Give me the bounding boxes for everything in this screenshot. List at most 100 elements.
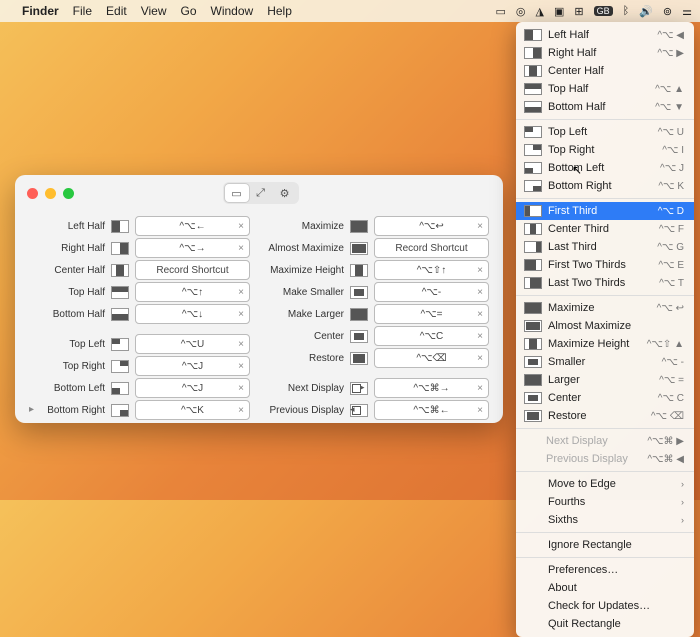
menu-item[interactable]: Bottom Half^⌥ ▼ bbox=[516, 98, 694, 116]
menu-item[interactable]: Restore^⌥ ⌫ bbox=[516, 407, 694, 425]
menu-item[interactable]: Smaller^⌥ - bbox=[516, 353, 694, 371]
zoom-button[interactable] bbox=[63, 188, 74, 199]
menu-item[interactable]: Previous Display^⌥⌘ ◀ bbox=[516, 450, 694, 468]
shortcut-field[interactable]: Record Shortcut bbox=[374, 238, 489, 258]
clear-icon[interactable]: × bbox=[238, 361, 244, 372]
shortcut-field[interactable]: ^⌥⌘←× bbox=[374, 400, 489, 420]
shortcut-row: Maximize Height ^⌥⇧↑× bbox=[268, 259, 489, 281]
clear-icon[interactable]: × bbox=[238, 405, 244, 416]
shortcut-field[interactable]: ^⌥⌫× bbox=[374, 348, 489, 368]
menu-item[interactable]: Next Display^⌥⌘ ▶ bbox=[516, 432, 694, 450]
menu-item[interactable]: Last Two Thirds^⌥ T bbox=[516, 274, 694, 292]
menu-go[interactable]: Go bbox=[181, 4, 197, 18]
minimize-button[interactable] bbox=[45, 188, 56, 199]
control-center-icon[interactable]: ⚌ bbox=[682, 5, 692, 18]
clear-icon[interactable]: × bbox=[238, 309, 244, 320]
menu-item[interactable]: Top Half^⌥ ▲ bbox=[516, 80, 694, 98]
shortcut-field[interactable]: Record Shortcut bbox=[135, 260, 250, 280]
shortcut-field[interactable]: ^⌥⇧↑× bbox=[374, 260, 489, 280]
layout-icon bbox=[111, 264, 129, 277]
menu-view[interactable]: View bbox=[141, 4, 167, 18]
menu-window[interactable]: Window bbox=[211, 4, 254, 18]
clear-icon[interactable]: × bbox=[477, 309, 483, 320]
menu-item[interactable]: Right Half^⌥ ▶ bbox=[516, 44, 694, 62]
menu-item[interactable]: Last Third^⌥ G bbox=[516, 238, 694, 256]
menu-item[interactable]: Sixths› bbox=[516, 511, 694, 529]
tab-shortcuts[interactable]: ▭ bbox=[225, 184, 249, 202]
menu-edit[interactable]: Edit bbox=[106, 4, 127, 18]
clear-icon[interactable]: × bbox=[238, 287, 244, 298]
menu-item[interactable]: Larger^⌥ = bbox=[516, 371, 694, 389]
menu-item[interactable]: Center^⌥ C bbox=[516, 389, 694, 407]
menu-item[interactable]: Center Half bbox=[516, 62, 694, 80]
clear-icon[interactable]: × bbox=[477, 405, 483, 416]
status-icon[interactable]: ◮ bbox=[535, 5, 543, 18]
shortcut-row: Top Left ^⌥U× bbox=[29, 333, 250, 355]
shortcut-field[interactable]: ^⌥U× bbox=[135, 334, 250, 354]
shortcut-field[interactable]: ^⌥K× bbox=[135, 400, 250, 420]
shortcut-field[interactable]: ^⌥↑× bbox=[135, 282, 250, 302]
menu-item[interactable]: Maximize Height^⌥⇧ ▲ bbox=[516, 335, 694, 353]
clear-icon[interactable]: × bbox=[477, 353, 483, 364]
menu-item[interactable]: Left Half^⌥ ◀ bbox=[516, 26, 694, 44]
shortcut-field[interactable]: ^⌥⌘→× bbox=[374, 378, 489, 398]
menu-label: Ignore Rectangle bbox=[548, 539, 684, 551]
wifi-icon[interactable]: ⊚ bbox=[663, 5, 672, 18]
menu-item[interactable]: First Third^⌥ D bbox=[516, 202, 694, 220]
disclosure-triangle[interactable]: ▸ bbox=[29, 404, 34, 415]
shortcut-label: Maximize Height bbox=[268, 265, 344, 276]
toolbar-tabs[interactable]: ▭ ⤢ ⚙ bbox=[223, 182, 299, 204]
shortcut-field[interactable]: ^⌥J× bbox=[135, 356, 250, 376]
app-menu[interactable]: Finder bbox=[22, 4, 59, 18]
shortcut-field[interactable]: ^⌥→× bbox=[135, 238, 250, 258]
clear-icon[interactable]: × bbox=[238, 339, 244, 350]
shortcut-field[interactable]: ^⌥←× bbox=[135, 216, 250, 236]
menu-shortcut: ^⌥ E bbox=[658, 260, 684, 271]
menu-item[interactable]: Quit Rectangle bbox=[516, 615, 694, 633]
clear-icon[interactable]: × bbox=[477, 287, 483, 298]
menu-item[interactable]: Bottom Right^⌥ K bbox=[516, 177, 694, 195]
menu-item[interactable]: Top Right^⌥ I bbox=[516, 141, 694, 159]
clear-icon[interactable]: × bbox=[238, 383, 244, 394]
shortcut-field[interactable]: ^⌥J× bbox=[135, 378, 250, 398]
menu-item[interactable]: Fourths› bbox=[516, 493, 694, 511]
menu-item[interactable]: Center Third^⌥ F bbox=[516, 220, 694, 238]
status-icon[interactable]: ◎ bbox=[516, 5, 526, 18]
clear-icon[interactable]: × bbox=[477, 221, 483, 232]
menu-item[interactable]: Maximize^⌥ ↩ bbox=[516, 299, 694, 317]
tab-snap[interactable]: ⤢ bbox=[249, 184, 273, 202]
menu-item[interactable]: Top Left^⌥ U bbox=[516, 123, 694, 141]
shortcut-field[interactable]: ^⌥↩× bbox=[374, 216, 489, 236]
clear-icon[interactable]: × bbox=[238, 243, 244, 254]
clear-icon[interactable]: × bbox=[477, 265, 483, 276]
menu-item[interactable]: Ignore Rectangle bbox=[516, 536, 694, 554]
status-icon[interactable]: ▣ bbox=[554, 5, 564, 18]
close-button[interactable] bbox=[27, 188, 38, 199]
menu-shortcut: ^⌥ J bbox=[660, 163, 684, 174]
tab-settings[interactable]: ⚙ bbox=[273, 184, 297, 202]
shortcut-label: Make Larger bbox=[268, 309, 344, 320]
status-icon[interactable]: GB bbox=[594, 6, 613, 16]
menu-shortcut: ^⌥ ▼ bbox=[655, 102, 684, 113]
shortcut-field[interactable]: ^⌥↓× bbox=[135, 304, 250, 324]
bluetooth-icon[interactable]: ᛒ bbox=[623, 5, 630, 17]
menu-help[interactable]: Help bbox=[267, 4, 292, 18]
rectangle-status-icon[interactable]: ▭ bbox=[495, 5, 505, 18]
menu-item[interactable]: Check for Updates… bbox=[516, 597, 694, 615]
menu-item[interactable]: Almost Maximize bbox=[516, 317, 694, 335]
menu-file[interactable]: File bbox=[73, 4, 92, 18]
volume-icon[interactable]: 🔊 bbox=[639, 5, 653, 18]
menu-item[interactable]: Bottom Left^⌥ J bbox=[516, 159, 694, 177]
clear-icon[interactable]: × bbox=[477, 383, 483, 394]
menu-item[interactable]: About bbox=[516, 579, 694, 597]
shortcut-field[interactable]: ^⌥-× bbox=[374, 282, 489, 302]
menu-item[interactable]: First Two Thirds^⌥ E bbox=[516, 256, 694, 274]
clear-icon[interactable]: × bbox=[477, 331, 483, 342]
menu-item[interactable]: Move to Edge› bbox=[516, 475, 694, 493]
menu-item[interactable]: Preferences… bbox=[516, 561, 694, 579]
shortcut-field[interactable]: ^⌥=× bbox=[374, 304, 489, 324]
status-icon[interactable]: ⊞ bbox=[574, 5, 583, 18]
layout-icon bbox=[524, 83, 542, 95]
clear-icon[interactable]: × bbox=[238, 221, 244, 232]
shortcut-field[interactable]: ^⌥C× bbox=[374, 326, 489, 346]
